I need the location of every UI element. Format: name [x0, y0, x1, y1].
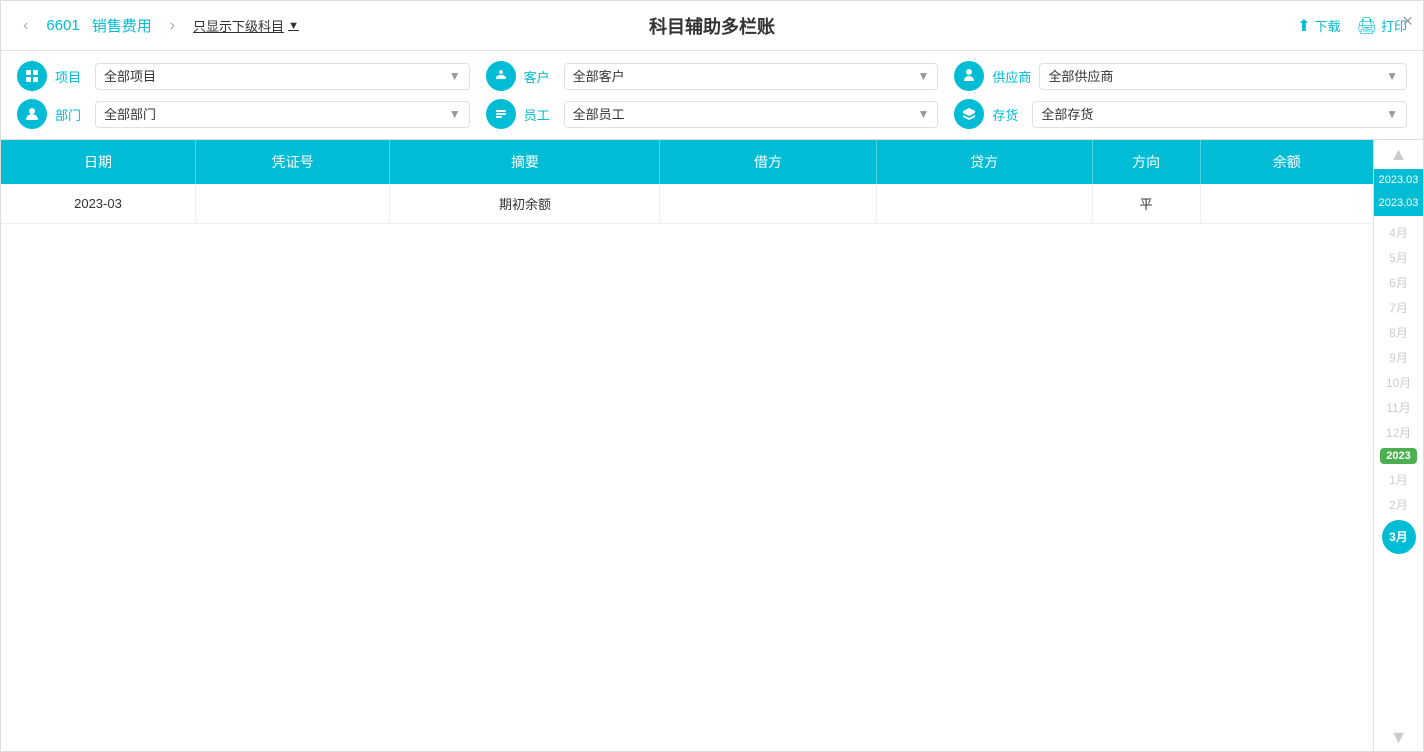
- account-code: 6601: [46, 17, 79, 34]
- print-icon: 🖨: [1357, 16, 1377, 36]
- cell-date: 2023-03: [1, 184, 195, 224]
- sidebar-month-6[interactable]: 6月: [1374, 270, 1423, 295]
- customer-filter: 客户 全部客户 ▼: [486, 61, 939, 91]
- inventory-select[interactable]: 全部存货: [1033, 102, 1406, 127]
- customer-select-wrapper[interactable]: 全部客户 ▼: [564, 63, 939, 90]
- sidebar-month-5[interactable]: 5月: [1374, 245, 1423, 270]
- inventory-filter: 存货 全部存货 ▼: [954, 99, 1407, 129]
- print-button[interactable]: 🖨 打印: [1357, 16, 1407, 36]
- dropdown-arrow-icon: ▼: [288, 20, 299, 32]
- sidebar-month-12[interactable]: 12月: [1374, 420, 1423, 445]
- sidebar-month-2[interactable]: 2月: [1374, 492, 1423, 517]
- project-label: 项目: [55, 67, 87, 86]
- employee-label: 员工: [524, 105, 556, 124]
- department-select-wrapper[interactable]: 全部部门 ▼: [95, 101, 470, 128]
- close-button[interactable]: ×: [1402, 11, 1413, 32]
- employee-icon: [486, 99, 516, 129]
- sidebar-period-2[interactable]: 2023.03: [1374, 192, 1423, 215]
- download-button[interactable]: ⬆ 下载: [1297, 16, 1340, 36]
- employee-select-wrapper[interactable]: 全部员工 ▼: [564, 101, 939, 128]
- download-label: 下载: [1315, 16, 1341, 35]
- download-icon: ⬆: [1297, 16, 1310, 36]
- employee-filter: 员工 全部员工 ▼: [486, 99, 939, 129]
- project-select[interactable]: 全部项目: [96, 64, 469, 89]
- cell-summary: 期初余额: [390, 184, 660, 224]
- sidebar-month-1[interactable]: 1月: [1374, 467, 1423, 492]
- col-header-summary: 摘要: [390, 140, 660, 184]
- table-area: 日期 凭证号 摘要 借方 贷方 方向 余额 2023-03 期初余额: [1, 140, 1373, 752]
- cell-credit: [876, 184, 1092, 224]
- main-table: 日期 凭证号 摘要 借方 贷方 方向 余额 2023-03 期初余额: [1, 140, 1373, 224]
- supplier-icon: [954, 61, 984, 91]
- department-filter: 部门 全部部门 ▼: [17, 99, 470, 129]
- department-select[interactable]: 全部部门: [96, 102, 469, 127]
- customer-icon: [486, 61, 516, 91]
- month-sidebar: ▲ 2023.03 2023.03 4月 5月 6月 7月 8月 9月 10月 …: [1373, 140, 1423, 752]
- col-header-voucher: 凭证号: [195, 140, 389, 184]
- supplier-select[interactable]: 全部供应商: [1040, 64, 1406, 89]
- inventory-icon: [954, 99, 984, 129]
- supplier-filter: 供应商 全部供应商 ▼: [954, 61, 1407, 91]
- department-icon: [17, 99, 47, 129]
- supplier-label: 供应商: [992, 67, 1031, 86]
- cell-balance: [1200, 184, 1373, 224]
- prev-account-button[interactable]: ‹: [17, 15, 34, 37]
- project-select-wrapper[interactable]: 全部项目 ▼: [95, 63, 470, 90]
- inventory-select-wrapper[interactable]: 全部存货 ▼: [1032, 101, 1407, 128]
- employee-select[interactable]: 全部员工: [565, 102, 938, 127]
- sidebar-month-4[interactable]: 4月: [1374, 220, 1423, 245]
- sidebar-down-arrow[interactable]: ▼: [1386, 723, 1412, 752]
- sidebar-month-7[interactable]: 7月: [1374, 295, 1423, 320]
- department-label: 部门: [55, 105, 87, 124]
- show-sub-label: 只显示下级科目: [193, 16, 284, 35]
- inventory-label: 存货: [992, 105, 1024, 124]
- customer-select[interactable]: 全部客户: [565, 64, 938, 89]
- page-title: 科目辅助多栏账: [649, 13, 775, 39]
- col-header-balance: 余额: [1200, 140, 1373, 184]
- sidebar-period-1[interactable]: 2023.03: [1374, 169, 1423, 192]
- project-filter: 项目 全部项目 ▼: [17, 61, 470, 91]
- cell-voucher: [195, 184, 389, 224]
- table-row[interactable]: 2023-03 期初余额 平: [1, 184, 1373, 224]
- col-header-date: 日期: [1, 140, 195, 184]
- next-account-button[interactable]: ›: [164, 15, 181, 37]
- sidebar-month-9[interactable]: 9月: [1374, 345, 1423, 370]
- sidebar-month-11[interactable]: 11月: [1374, 395, 1423, 420]
- cell-direction: 平: [1092, 184, 1200, 224]
- account-name: 销售费用: [92, 15, 152, 36]
- supplier-select-wrapper[interactable]: 全部供应商 ▼: [1039, 63, 1407, 90]
- col-header-direction: 方向: [1092, 140, 1200, 184]
- sidebar-year-badge[interactable]: 2023: [1380, 448, 1416, 464]
- col-header-credit: 贷方: [876, 140, 1092, 184]
- project-icon: [17, 61, 47, 91]
- sidebar-month-3-active[interactable]: 3月: [1382, 520, 1416, 554]
- customer-label: 客户: [524, 67, 556, 86]
- col-header-debit: 借方: [660, 140, 876, 184]
- sidebar-up-arrow[interactable]: ▲: [1386, 140, 1412, 169]
- cell-debit: [660, 184, 876, 224]
- sidebar-month-10[interactable]: 10月: [1374, 370, 1423, 395]
- show-sub-button[interactable]: 只显示下级科目 ▼: [193, 16, 299, 35]
- sidebar-month-8[interactable]: 8月: [1374, 320, 1423, 345]
